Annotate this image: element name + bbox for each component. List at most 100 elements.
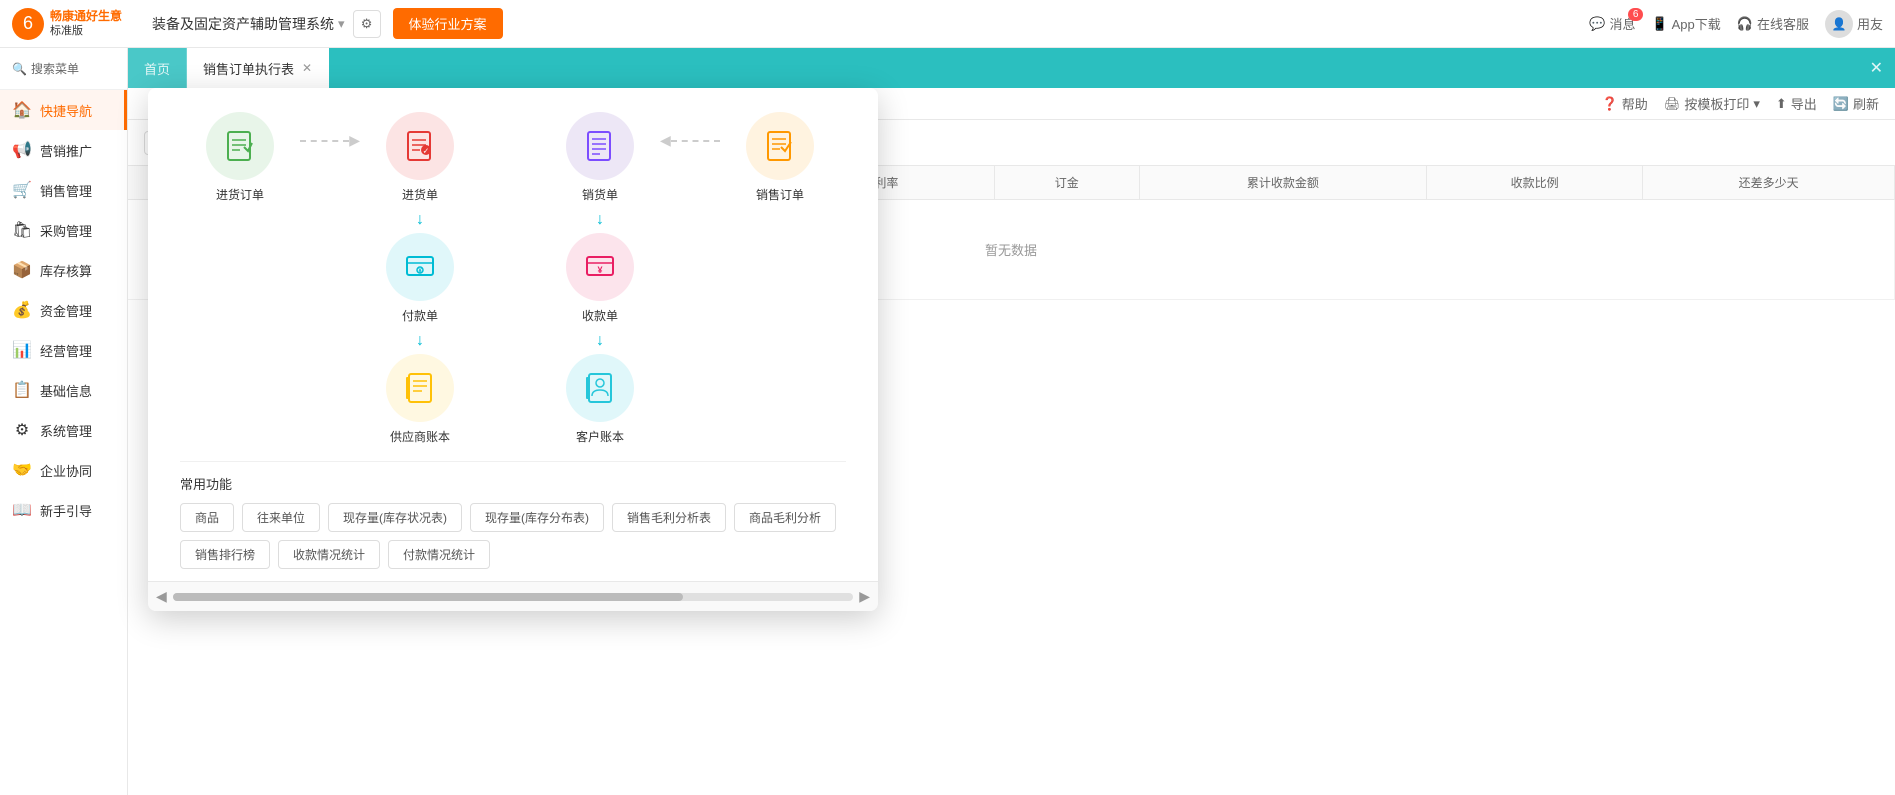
help-button[interactable]: ❓ 帮助 [1602,94,1648,113]
top-bar: 6 畅康通好生意 标准版 装备及固定资产辅助管理系统 ▾ ⚙ 体验行业方案 💬 … [0,0,1895,48]
func-btn-partner[interactable]: 往来单位 [242,503,320,532]
flow-node-sales-bill[interactable]: 销货单 [540,112,660,203]
sidebar-item-finance[interactable]: 💰 资金管理 [0,290,127,330]
template-print-button[interactable]: 🖨 按模板打印 ▾ [1664,94,1760,113]
col-days-diff: 还差多少天 [1643,166,1895,200]
sidebar-item-inventory[interactable]: 📦 库存核算 [0,250,127,290]
sidebar-item-basic-info[interactable]: 📋 基础信息 [0,370,127,410]
tab-close-icon[interactable]: ✕ [302,61,312,75]
payment-bill-circle: ¥ [386,233,454,301]
print-icon: 🖨 [1664,96,1681,112]
func-btn-sales-profit[interactable]: 销售毛利分析表 [612,503,726,532]
logo-section: 6 畅康通好生意 标准版 [12,8,140,40]
export-icon: ⬆ [1776,96,1787,112]
down-arrow-payment: ↓ [416,332,424,350]
sidebar: 🔍 搜索菜单 🏠 快捷导航 📢 营销推广 🛒 销售管理 🛍 [0,48,128,795]
finance-icon: 💰 [12,300,32,320]
message-button[interactable]: 💬 消息 6 [1589,14,1635,33]
func-btn-sales-rank[interactable]: 销售排行榜 [180,540,270,569]
help-icon: ❓ [1602,96,1618,112]
inventory-icon: 📦 [12,260,32,280]
col-deposit: 订金 [994,166,1139,200]
vertical-arrows-row: ↓ ↓ [180,211,846,229]
top-center: 装备及固定资产辅助管理系统 ▾ ⚙ 体验行业方案 [140,8,1589,39]
flow-node-receipt-bill[interactable]: ¥ 收款单 [540,233,660,324]
sales-order-circle [746,112,814,180]
sidebar-item-operations[interactable]: 📊 经营管理 [0,330,127,370]
sidebar-item-marketing[interactable]: 📢 营销推广 [0,130,127,170]
down-arrow-receipt: ↓ [596,332,604,350]
svg-text:¥: ¥ [597,265,602,275]
purchase-order-circle [206,112,274,180]
common-functions-section: 常用功能 商品 往来单位 现存量(库存状况表) 现存量(库存分布表) 销售毛利分… [180,461,846,569]
logo-text: 畅康通好生意 标准版 [50,9,122,39]
purchase-bill-icon: ✓ [402,128,438,164]
func-btn-stock-status[interactable]: 现存量(库存状况表) [328,503,462,532]
home-icon: 🏠 [12,100,32,120]
payment-bill-label: 付款单 [402,307,438,324]
customer-ledger-icon [582,370,618,406]
func-btn-product-profit[interactable]: 商品毛利分析 [734,503,836,532]
modal-scrollbar-area: ◀ ▶ [148,581,878,611]
search-icon: 🔍 [12,62,27,76]
user-avatar: 👤 [1825,10,1853,38]
flow-node-payment-bill[interactable]: ¥ 付款单 [360,233,480,324]
system-dropdown-icon[interactable]: ▾ [338,16,345,32]
trial-button[interactable]: 体验行业方案 [393,8,503,39]
flow-row-2: ¥ 付款单 ¥ 收款单 [180,233,846,324]
sidebar-item-collab[interactable]: 🤝 企业协同 [0,450,127,490]
operations-icon: 📊 [12,340,32,360]
arrow-purchase-order-to-bill: ▶ [300,132,360,149]
supplier-ledger-label: 供应商账本 [390,428,450,445]
col-total-receipt: 累计收款金额 [1139,166,1426,200]
scroll-right-icon[interactable]: ▶ [859,588,870,605]
download-icon: 📱 [1651,16,1667,32]
flow-node-purchase-order[interactable]: 进货订单 [180,112,300,203]
scrollbar-track[interactable] [173,593,853,601]
app-download-button[interactable]: 📱 App下载 [1651,14,1720,33]
close-all-tabs-button[interactable]: ✕ [1858,58,1895,78]
tab-home[interactable]: 首页 [128,48,187,88]
func-btn-stock-dist[interactable]: 现存量(库存分布表) [470,503,604,532]
export-button[interactable]: ⬆ 导出 [1776,94,1817,113]
func-btn-product[interactable]: 商品 [180,503,234,532]
flow-node-supplier-ledger[interactable]: 供应商账本 [360,354,480,445]
collab-icon: 🤝 [12,460,32,480]
refresh-button[interactable]: 🔄 刷新 [1833,94,1879,113]
payment-bill-icon: ¥ [402,249,438,285]
top-right: 💬 消息 6 📱 App下载 🎧 在线客服 👤 用友 [1589,10,1883,38]
marketing-icon: 📢 [12,140,32,160]
scroll-left-icon[interactable]: ◀ [156,588,167,605]
flow-node-customer-ledger[interactable]: 客户账本 [540,354,660,445]
purchase-bill-circle: ✓ [386,112,454,180]
settings-button[interactable]: ⚙ [353,10,381,38]
modal-body: 进货订单 ▶ ✓ 进货单 [148,88,878,581]
sidebar-item-system[interactable]: ⚙ 系统管理 [0,410,127,450]
sidebar-search-area: 🔍 搜索菜单 [0,48,127,90]
online-service-button[interactable]: 🎧 在线客服 [1737,14,1809,33]
system-name: 装备及固定资产辅助管理系统 [152,14,334,34]
message-badge: 6 [1628,8,1644,21]
receipt-bill-icon: ¥ [582,249,618,285]
guide-icon: 📖 [12,500,32,520]
sales-bill-label: 销货单 [582,186,618,203]
sidebar-item-sales[interactable]: 🛒 销售管理 [0,170,127,210]
func-btn-receipt-stat[interactable]: 收款情况统计 [278,540,380,569]
sales-order-icon [762,128,798,164]
sales-icon: 🛒 [12,180,32,200]
flow-row-3: 供应商账本 客户账本 [180,354,846,445]
flow-node-sales-order[interactable]: 销售订单 [720,112,840,203]
flow-row-1: 进货订单 ▶ ✓ 进货单 [180,112,846,203]
customer-ledger-circle [566,354,634,422]
user-menu[interactable]: 👤 用友 [1825,10,1883,38]
sales-order-label: 销售订单 [756,186,804,203]
search-menu-button[interactable]: 🔍 搜索菜单 [8,56,119,81]
sidebar-item-purchase[interactable]: 🛍 采购管理 [0,210,127,250]
system-icon: ⚙ [12,420,32,440]
func-btn-payment-stat[interactable]: 付款情况统计 [388,540,490,569]
sidebar-item-guide[interactable]: 📖 新手引导 [0,490,127,530]
tab-sales-order[interactable]: 销售订单执行表 ✕ [187,48,329,88]
sidebar-item-quick-nav[interactable]: 🏠 快捷导航 [0,90,127,130]
flow-node-purchase-bill[interactable]: ✓ 进货单 [360,112,480,203]
tab-bar: 首页 销售订单执行表 ✕ ✕ [128,48,1895,88]
